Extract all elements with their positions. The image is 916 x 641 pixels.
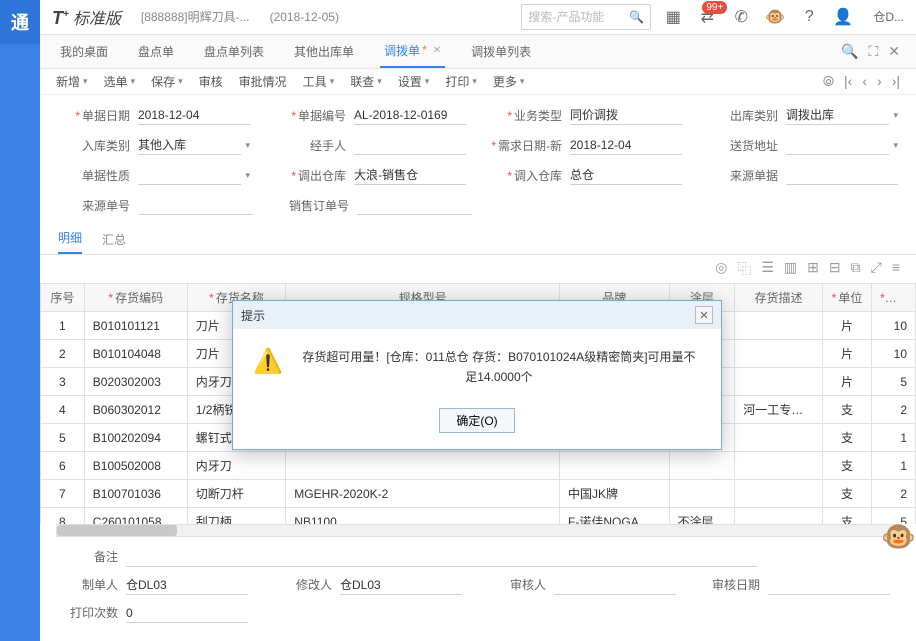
alert-dialog: 提示 ✕ ⚠️ 存货超可用量！[仓库：011总仓 存货：B070101024A级…: [232, 300, 722, 450]
dialog-close-button[interactable]: ✕: [695, 306, 713, 324]
warning-icon: ⚠️: [253, 347, 283, 388]
dialog-mask: 提示 ✕ ⚠️ 存货超可用量！[仓库：011总仓 存货：B070101024A级…: [0, 0, 916, 641]
dialog-titlebar[interactable]: 提示 ✕: [233, 301, 721, 329]
dialog-ok-button[interactable]: 确定(O): [439, 408, 514, 433]
dialog-message: 存货超可用量！[仓库：011总仓 存货：B070101024A级精密筒夹]可用量…: [297, 347, 701, 388]
float-assistant-icon[interactable]: 🐵: [881, 520, 916, 553]
dialog-title-text: 提示: [241, 307, 265, 324]
